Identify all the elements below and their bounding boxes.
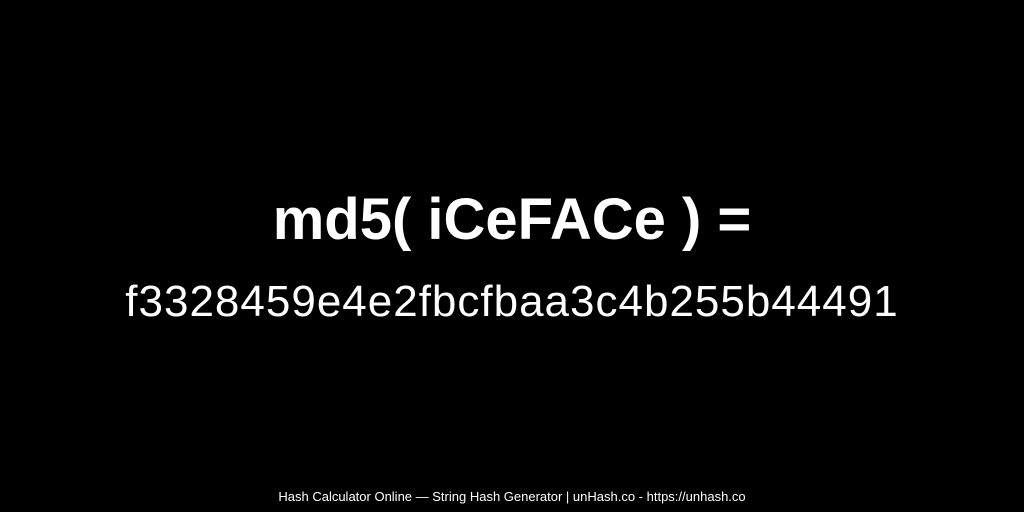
main-content: md5( iCeFACe ) = f3328459e4e2fbcfbaa3c4b… — [0, 0, 1024, 512]
hash-expression: md5( iCeFACe ) = — [273, 186, 752, 253]
hash-result: f3328459e4e2fbcfbaa3c4b255b44491 — [125, 277, 898, 327]
footer-text: Hash Calculator Online — String Hash Gen… — [0, 489, 1024, 504]
